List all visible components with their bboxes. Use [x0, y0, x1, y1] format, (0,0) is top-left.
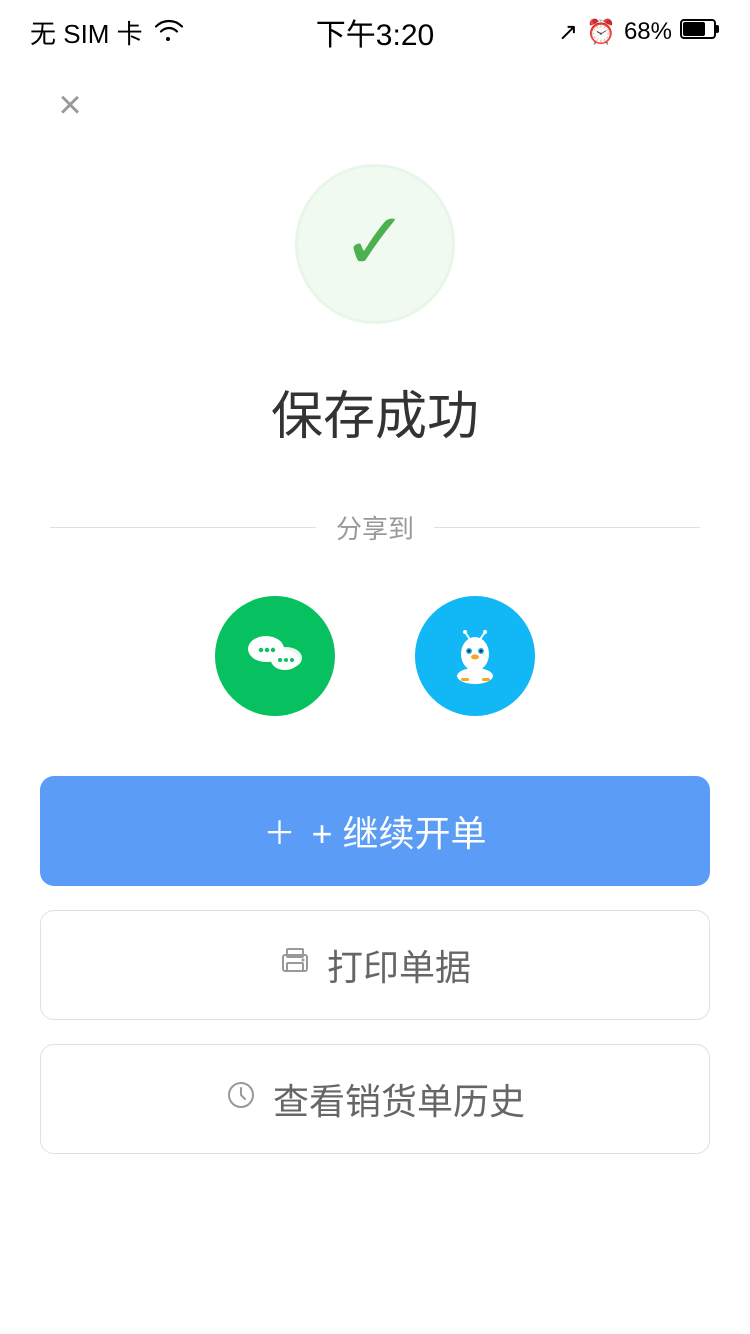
battery-icon	[680, 18, 720, 47]
battery-label: 68%	[624, 18, 672, 46]
main-content: ✓ 保存成功 分享到	[0, 64, 750, 1154]
print-icon	[279, 945, 311, 985]
continue-order-label: + 继续开单	[311, 805, 486, 857]
share-icons	[215, 596, 535, 716]
qq-icon	[443, 624, 508, 689]
status-bar: 无 SIM 卡 下午3:20 ↗ ⏰ 68%	[0, 0, 750, 64]
actions: ＋ + 继续开单 打印单据 查看销货单历史	[0, 776, 750, 1154]
print-label: 打印单据	[327, 939, 471, 991]
alarm-icon: ⏰	[586, 18, 616, 47]
status-time: 下午3:20	[316, 10, 434, 54]
share-label: 分享到	[336, 509, 414, 546]
checkmark-icon: ✓	[341, 202, 408, 282]
success-circle: ✓	[295, 164, 455, 324]
success-title: 保存成功	[271, 374, 479, 449]
wechat-share-button[interactable]	[215, 596, 335, 716]
divider-left	[50, 527, 316, 528]
no-sim-label: 无 SIM 卡	[30, 14, 143, 51]
status-right: ↗ ⏰ 68%	[558, 18, 720, 47]
history-icon	[225, 1079, 257, 1119]
qq-share-button[interactable]	[415, 596, 535, 716]
wifi-icon	[153, 17, 183, 48]
status-left: 无 SIM 卡	[30, 14, 183, 51]
print-button[interactable]: 打印单据	[40, 910, 710, 1020]
continue-order-button[interactable]: ＋ + 继续开单	[40, 776, 710, 886]
share-section: 分享到	[0, 509, 750, 716]
history-label: 查看销货单历史	[273, 1073, 525, 1125]
wechat-icon	[240, 621, 310, 691]
location-icon: ↗	[558, 18, 578, 47]
plus-icon: ＋	[263, 808, 295, 854]
close-icon: ×	[58, 85, 81, 125]
divider-right	[434, 527, 700, 528]
close-button[interactable]: ×	[40, 75, 100, 135]
history-button[interactable]: 查看销货单历史	[40, 1044, 710, 1154]
share-divider: 分享到	[0, 509, 750, 546]
